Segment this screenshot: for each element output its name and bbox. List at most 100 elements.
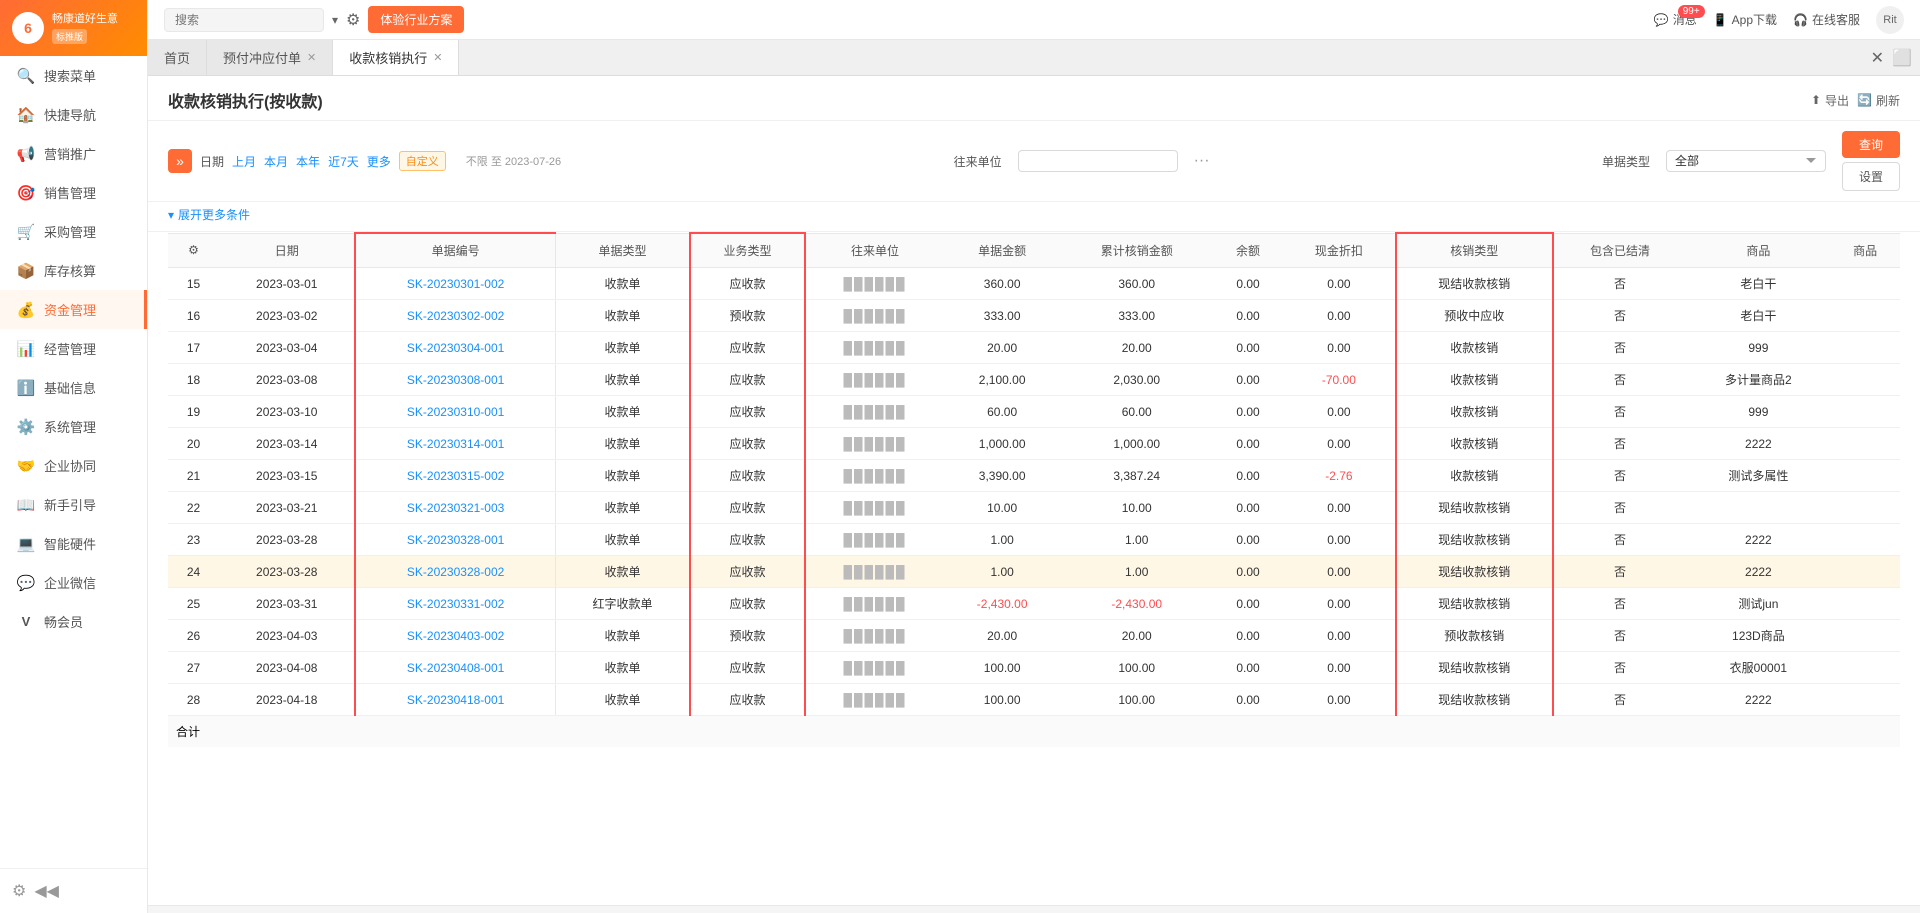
tab-payable[interactable]: 预付冲应付单 ✕ [207,40,333,75]
voucher-type-select[interactable]: 全部 收款单 红字收款单 [1666,150,1826,172]
table-cell: 收款单 [555,684,690,716]
topbar-dropdown-button[interactable]: ▾ [332,13,338,27]
sidebar-item-marketing[interactable]: 📢 营销推广 [0,134,147,173]
voucher-no-link[interactable]: SK-20230315-002 [407,469,504,483]
collapse-icon[interactable]: ◀◀ [34,881,59,901]
table-cell: 19 [168,396,219,428]
th-product1[interactable]: 商品 [1686,233,1830,268]
expand-more-button[interactable]: ▾ 展开更多条件 [168,206,1900,223]
voucher-no-link[interactable]: SK-20230308-001 [407,373,504,387]
th-include-settled[interactable]: 包含已结清 [1553,233,1687,268]
voucher-no-link[interactable]: SK-20230328-002 [407,565,504,579]
table-cell: 2023-03-31 [219,588,355,620]
voucher-no-link[interactable]: SK-20230301-002 [407,277,504,291]
horizontal-scrollbar[interactable] [148,905,1920,913]
voucher-no-link[interactable]: SK-20230403-002 [407,629,504,643]
sidebar-item-purchase[interactable]: 🛒 采购管理 [0,212,147,251]
sidebar-item-basic[interactable]: ℹ️ 基础信息 [0,368,147,407]
th-voucher-type[interactable]: 单据类型 [555,233,690,268]
voucher-no-link[interactable]: SK-20230321-003 [407,501,504,515]
table-cell [1830,524,1900,556]
close-window-icon[interactable]: ✕ [1871,48,1884,68]
refresh-button[interactable]: 🔄 刷新 [1857,92,1900,109]
app-download-button[interactable]: 📱 App下载 [1713,11,1777,28]
sidebar-item-guide[interactable]: 📖 新手引导 [0,485,147,524]
date-more-link[interactable]: 更多 [367,153,391,170]
export-button[interactable]: ⬆ 导出 [1811,92,1849,109]
table-cell: 0.00 [1283,588,1396,620]
th-amount[interactable]: 单据金额 [944,233,1060,268]
voucher-no-link[interactable]: SK-20230418-001 [407,693,504,707]
date-last-month-link[interactable]: 上月 [232,153,256,170]
th-cash-discount[interactable]: 现金折扣 [1283,233,1396,268]
date-this-month-link[interactable]: 本月 [264,153,288,170]
table-cell: 收款单 [555,524,690,556]
voucher-no-link[interactable]: SK-20230310-001 [407,405,504,419]
tab-payable-close[interactable]: ✕ [307,51,316,64]
sidebar-item-enterprise[interactable]: 🤝 企业协同 [0,446,147,485]
table-cell: 2222 [1686,556,1830,588]
table-cell: 应收款 [690,332,805,364]
th-writeoff-amount[interactable]: 累计核销金额 [1060,233,1213,268]
th-date[interactable]: 日期 [219,233,355,268]
sidebar-item-sales[interactable]: 🎯 销售管理 [0,173,147,212]
sidebar-item-quicknav[interactable]: 🏠 快捷导航 [0,95,147,134]
sidebar-item-system[interactable]: ⚙️ 系统管理 [0,407,147,446]
sidebar-item-search[interactable]: 🔍 搜索菜单 [0,56,147,95]
th-voucher-no[interactable]: 单据编号 [355,233,555,268]
voucher-no-link[interactable]: SK-20230302-002 [407,309,504,323]
settings-bottom-icon[interactable]: ⚙ [12,881,26,901]
table-cell: 收款核销 [1396,460,1553,492]
table-cell: 17 [168,332,219,364]
date-7days-link[interactable]: 近7天 [328,153,359,170]
th-counterpart[interactable]: 往来单位 [805,233,944,268]
sidebar-item-finance[interactable]: 💰 资金管理 [0,290,147,329]
th-biz-type[interactable]: 业务类型 [690,233,805,268]
sidebar-item-wechat[interactable]: 💬 企业微信 [0,563,147,602]
date-range-hint: 不限 至 2023-07-26 [466,153,561,169]
voucher-no-link[interactable]: SK-20230331-002 [407,597,504,611]
query-button[interactable]: 查询 [1842,131,1900,158]
topbar-search-input[interactable] [164,8,324,32]
sidebar-item-operations[interactable]: 📊 经营管理 [0,329,147,368]
table-cell: -2.76 [1283,460,1396,492]
app-label: App下载 [1732,11,1777,28]
voucher-no-link[interactable]: SK-20230314-001 [407,437,504,451]
table-body: 152023-03-01SK-20230301-002收款单应收款██████3… [168,268,1900,716]
custom-date-tag[interactable]: 自定义 [399,151,446,171]
user-avatar[interactable]: Rit [1876,6,1904,34]
table-cell: ██████ [805,652,944,684]
table-wrapper[interactable]: ⚙ 日期 单据编号 单据类型 业务类型 往来单位 单据金额 累计核销金额 余额 … [148,232,1920,905]
tab-home[interactable]: 首页 [148,40,207,75]
filter-dots-icon[interactable]: ··· [1194,152,1210,170]
filter-settings-button[interactable]: 设置 [1842,162,1900,191]
sidebar-item-member[interactable]: V 畅会员 [0,602,147,641]
table-cell [1830,332,1900,364]
maximize-icon[interactable]: ⬜ [1892,48,1912,68]
online-service-button[interactable]: 🎧 在线客服 [1793,11,1860,28]
tab-writeoff-close[interactable]: ✕ [433,51,442,64]
sidebar-item-inventory[interactable]: 📦 库存核算 [0,251,147,290]
table-cell: 2222 [1686,684,1830,716]
th-writeoff-type[interactable]: 核销类型 [1396,233,1553,268]
table-cell: 应收款 [690,428,805,460]
message-button[interactable]: 💬 消息 99+ [1654,11,1697,28]
sidebar-item-hardware[interactable]: 💻 智能硬件 [0,524,147,563]
counterpart-filter-input[interactable] [1018,150,1178,172]
filter-expand-button[interactable]: » [168,149,192,173]
th-product2[interactable]: 商品 [1830,233,1900,268]
solution-button[interactable]: 体验行业方案 [368,6,464,33]
home-icon: 🏠 [16,106,36,124]
table-cell: 现结收款核销 [1396,268,1553,300]
voucher-no-link[interactable]: SK-20230328-001 [407,533,504,547]
system-icon: ⚙️ [16,418,36,436]
voucher-no-link[interactable]: SK-20230408-001 [407,661,504,675]
table-cell: 0.00 [1283,300,1396,332]
th-balance[interactable]: 余额 [1213,233,1283,268]
voucher-no-link[interactable]: SK-20230304-001 [407,341,504,355]
table-cell: 1.00 [944,524,1060,556]
date-this-year-link[interactable]: 本年 [296,153,320,170]
tab-writeoff[interactable]: 收款核销执行 ✕ [333,40,459,75]
settings-icon[interactable]: ⚙ [346,10,360,30]
th-index[interactable]: ⚙ [168,233,219,268]
